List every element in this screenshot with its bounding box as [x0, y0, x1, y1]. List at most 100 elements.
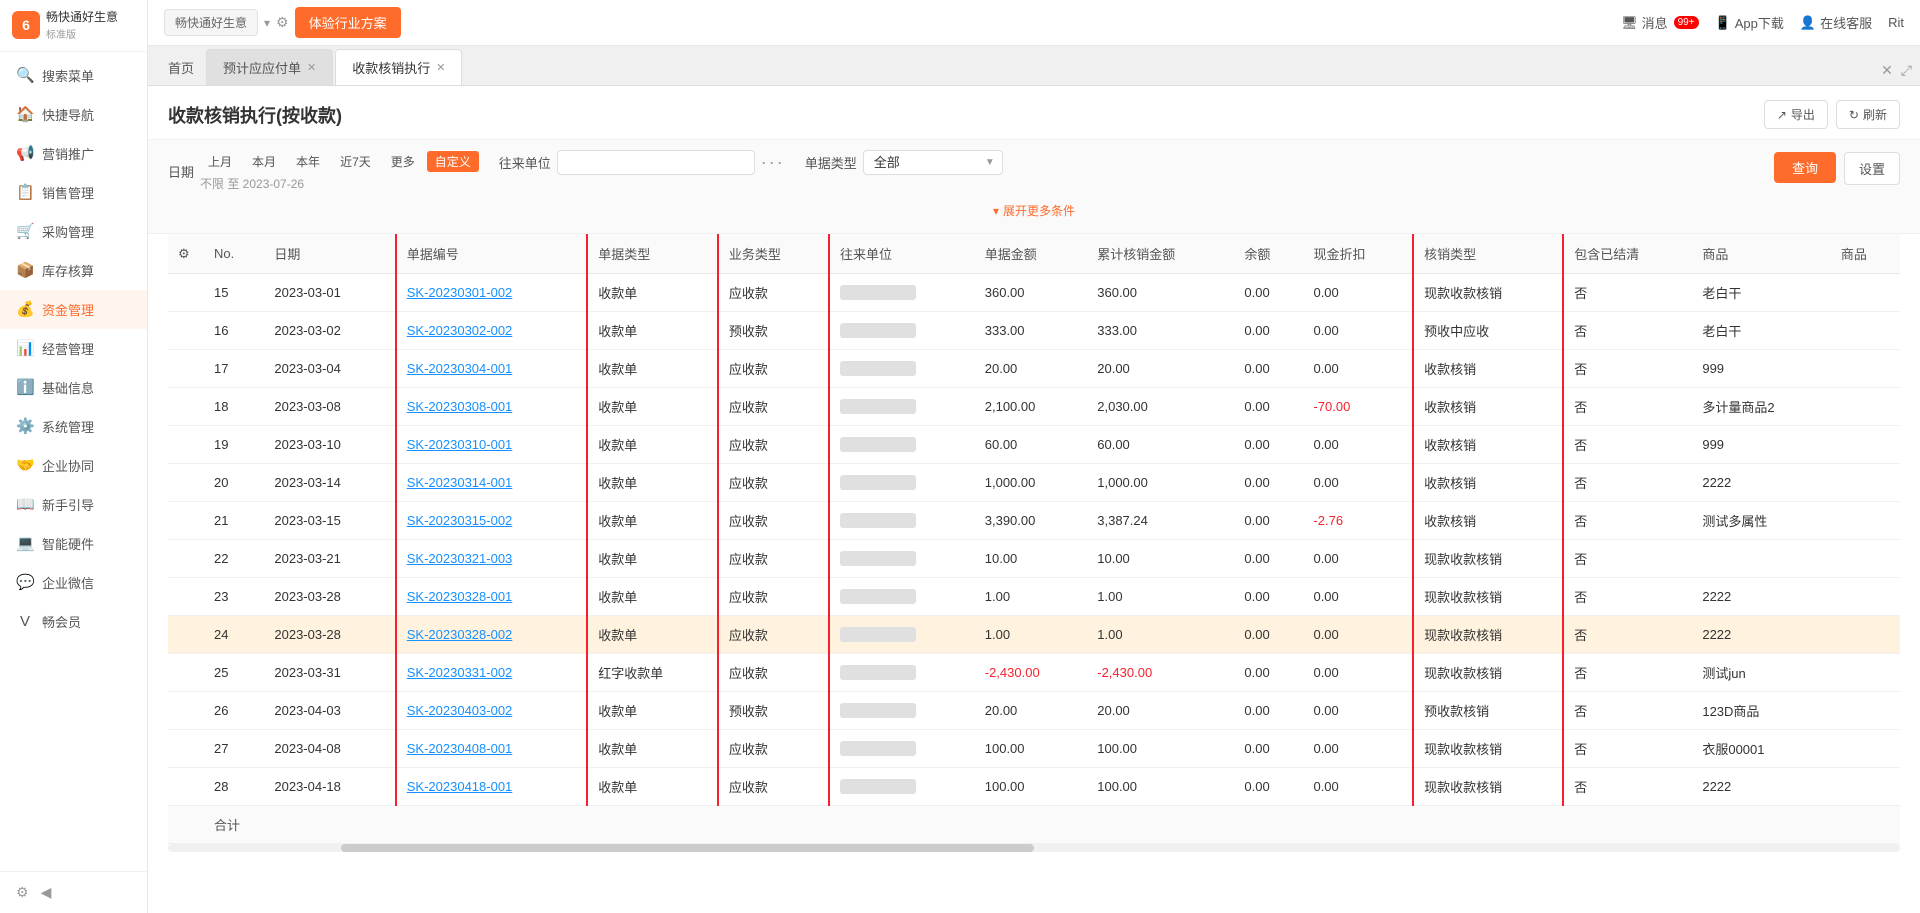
cell-bill-type: 收款单	[587, 540, 718, 578]
sidebar-item-collab[interactable]: 🤝企业协同	[0, 446, 147, 485]
date-custom-btn[interactable]: 自定义	[427, 151, 479, 172]
sidebar-item-wechat[interactable]: 💬企业微信	[0, 563, 147, 602]
partner-dots[interactable]: ···	[761, 152, 785, 173]
workspace-dropdown-icon[interactable]: ▾	[264, 16, 270, 30]
cell-goods2	[1831, 502, 1900, 540]
app-download-btn[interactable]: 📱 App下载	[1715, 13, 1784, 32]
table-row: 24 2023-03-28 SK-20230328-002 收款单 应收款 1.…	[168, 616, 1900, 654]
bill-no-link[interactable]: SK-20230321-003	[407, 551, 513, 566]
cell-verify-amount: 1.00	[1087, 616, 1234, 654]
table-row: 23 2023-03-28 SK-20230328-001 收款单 应收款 1.…	[168, 578, 1900, 616]
sidebar-item-inventory[interactable]: 📦 库存核算	[0, 251, 147, 290]
refresh-btn[interactable]: ↻ 刷新	[1836, 100, 1900, 129]
workspace-gear-icon[interactable]: ⚙	[276, 14, 289, 31]
table-gear-icon[interactable]: ⚙	[178, 246, 190, 261]
bill-no-link[interactable]: SK-20230315-002	[407, 513, 513, 528]
date-this-year-btn[interactable]: 本年	[288, 150, 328, 173]
sidebar-item-member[interactable]: V畅会员	[0, 602, 147, 641]
tab-prepay-close[interactable]: ✕	[307, 61, 316, 74]
sidebar-item-label-inventory: 库存核算	[42, 261, 94, 280]
sidebar-item-search[interactable]: 🔍搜索菜单	[0, 56, 147, 95]
cell-date: 2023-03-01	[264, 274, 395, 312]
export-btn[interactable]: ↗ 导出	[1764, 100, 1828, 129]
page-title: 收款核销执行(按收款)	[168, 102, 342, 128]
bill-no-link[interactable]: SK-20230310-001	[407, 437, 513, 452]
sidebar-item-finance[interactable]: 💰资金管理	[0, 290, 147, 329]
partner-input[interactable]	[557, 150, 755, 175]
cell-verify-type: 现款收款核销	[1413, 654, 1563, 692]
setting-btn[interactable]: 设置	[1844, 152, 1900, 185]
bill-no-link[interactable]: SK-20230301-002	[407, 285, 513, 300]
date-prev-month-btn[interactable]: 上月	[200, 150, 240, 173]
sidebar: 6 畅快通好生意 标准版 🔍搜索菜单🏠快捷导航📢营销推广📋销售管理🛒采购管理📦库…	[0, 0, 148, 913]
online-service-btn[interactable]: 👤 在线客服	[1800, 13, 1872, 32]
sidebar-item-operation[interactable]: 📊经营管理	[0, 329, 147, 368]
tab-home[interactable]: 首页	[156, 50, 206, 85]
footer-gear	[168, 806, 204, 844]
query-btn[interactable]: 查询	[1774, 152, 1836, 183]
collapse-icon[interactable]: ◀	[41, 884, 52, 901]
sidebar-item-label-quicknav: 快捷导航	[42, 105, 94, 124]
cell-partner	[829, 312, 975, 350]
inventory-icon: 📦	[16, 261, 34, 279]
page-header: 收款核销执行(按收款) ↗ 导出 ↻ 刷新	[148, 86, 1920, 140]
bill-no-link[interactable]: SK-20230308-001	[407, 399, 513, 414]
tab-expand-icon[interactable]: ⤢	[1901, 62, 1912, 79]
cell-verify-type: 现款收款核销	[1413, 274, 1563, 312]
bill-no-link[interactable]: SK-20230418-001	[407, 779, 513, 794]
date-7days-btn[interactable]: 近7天	[332, 150, 379, 173]
tab-collection[interactable]: 收款核销执行 ✕	[335, 49, 462, 85]
sidebar-item-sales[interactable]: 📋销售管理	[0, 173, 147, 212]
sidebar-item-guide[interactable]: 📖新手引导	[0, 485, 147, 524]
tab-collection-close[interactable]: ✕	[436, 61, 445, 74]
cell-date: 2023-03-15	[264, 502, 395, 540]
topbar-right: 🖥 消息 99+ 📱 App下载 👤 在线客服 Rit	[1621, 13, 1904, 32]
sidebar-item-basic[interactable]: ℹ️基础信息	[0, 368, 147, 407]
bill-no-link[interactable]: SK-20230408-001	[407, 741, 513, 756]
sidebar-item-system[interactable]: ⚙️系统管理	[0, 407, 147, 446]
sidebar-item-purchase[interactable]: 🛒采购管理	[0, 212, 147, 251]
expand-conditions-btn[interactable]: ▾ 展开更多条件	[993, 198, 1075, 223]
table-row: 28 2023-04-18 SK-20230418-001 收款单 应收款 10…	[168, 768, 1900, 806]
sidebar-item-quicknav[interactable]: 🏠快捷导航	[0, 95, 147, 134]
bill-no-link[interactable]: SK-20230403-002	[407, 703, 513, 718]
col-goods: 商品	[1692, 234, 1830, 274]
app-icon: 📱	[1715, 15, 1731, 31]
date-label: 日期	[168, 162, 194, 181]
scroll-thumb[interactable]	[341, 844, 1034, 852]
cell-date: 2023-04-08	[264, 730, 395, 768]
bill-no-link[interactable]: SK-20230328-002	[407, 627, 513, 642]
cell-verify-amount: 100.00	[1087, 768, 1234, 806]
settings-icon[interactable]: ⚙	[16, 884, 29, 901]
tab-prepay[interactable]: 预计应应付单 ✕	[206, 49, 333, 85]
solution-btn[interactable]: 体验行业方案	[295, 7, 401, 38]
cell-bill-no: SK-20230301-002	[396, 274, 587, 312]
bill-no-link[interactable]: SK-20230314-001	[407, 475, 513, 490]
col-gear[interactable]: ⚙	[168, 234, 204, 274]
bill-no-link[interactable]: SK-20230331-002	[407, 665, 513, 680]
bill-no-link[interactable]: SK-20230302-002	[407, 323, 513, 338]
user-name[interactable]: Rit	[1888, 15, 1904, 30]
cell-bill-no: SK-20230310-001	[396, 426, 587, 464]
messages-btn[interactable]: 🖥 消息 99+	[1621, 13, 1699, 32]
sidebar-item-label-member: 畅会员	[42, 612, 81, 631]
sidebar-item-hardware[interactable]: 💻智能硬件	[0, 524, 147, 563]
sidebar-item-marketing[interactable]: 📢营销推广	[0, 134, 147, 173]
tab-close-all-icon[interactable]: ✕	[1881, 62, 1893, 79]
cell-include-settled: 否	[1563, 274, 1692, 312]
col-bill-type: 单据类型	[587, 234, 718, 274]
table-row: 19 2023-03-10 SK-20230310-001 收款单 应收款 60…	[168, 426, 1900, 464]
cell-goods: 2222	[1692, 578, 1830, 616]
bill-no-link[interactable]: SK-20230328-001	[407, 589, 513, 604]
voucher-type-select[interactable]: 全部 收款单 红字收款单	[863, 150, 1003, 175]
cell-balance: 0.00	[1234, 730, 1303, 768]
horizontal-scrollbar[interactable]	[168, 844, 1900, 852]
date-more-btn[interactable]: 更多	[383, 150, 423, 173]
cell-include-settled: 否	[1563, 502, 1692, 540]
date-this-month-btn[interactable]: 本月	[244, 150, 284, 173]
footer-label: 合计	[204, 806, 1900, 844]
cell-goods: 2222	[1692, 464, 1830, 502]
cell-bill-no: SK-20230315-002	[396, 502, 587, 540]
bill-no-link[interactable]: SK-20230304-001	[407, 361, 513, 376]
workspace-name[interactable]: 畅快通好生意	[164, 9, 258, 36]
